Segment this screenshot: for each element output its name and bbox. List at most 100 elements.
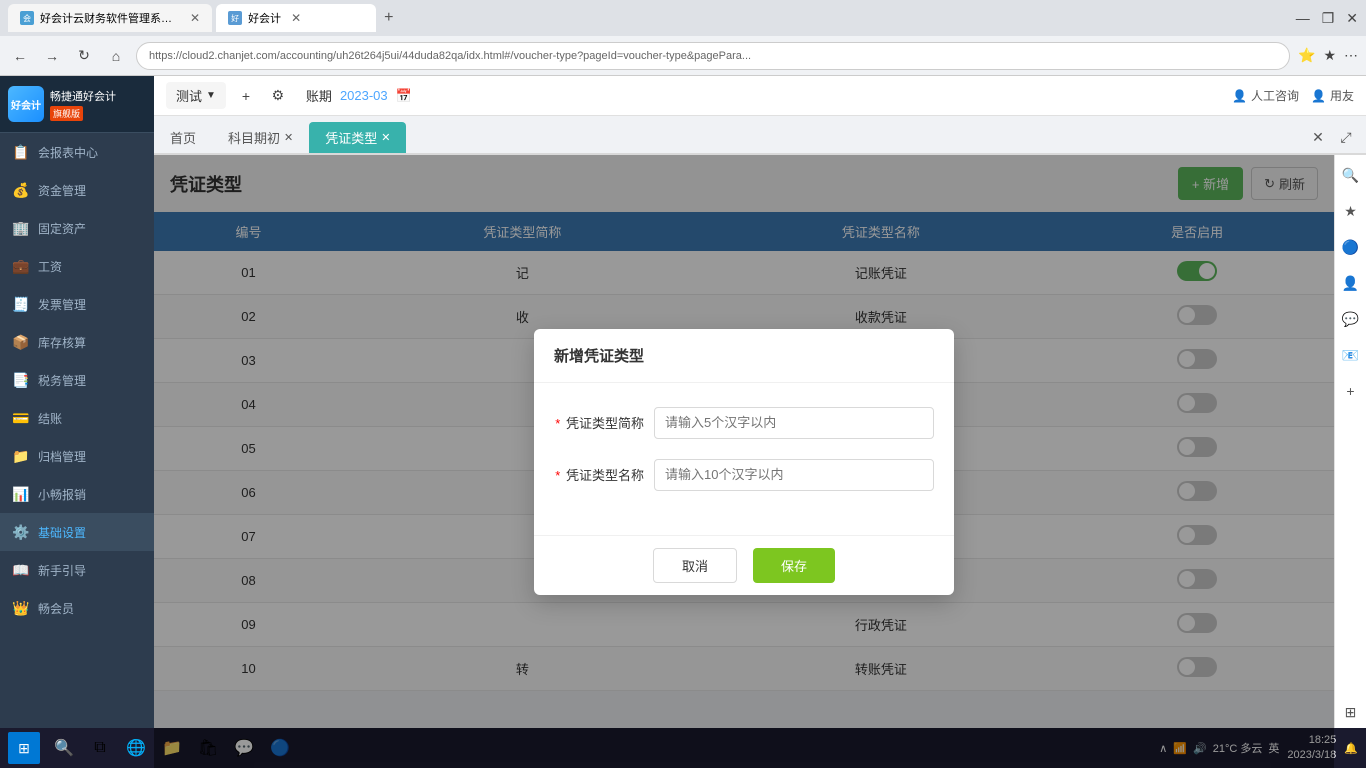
address-bar: ← → ↻ ⌂ https://cloud2.chanjet.com/accou… <box>0 36 1366 76</box>
tab-voucher-type[interactable]: 凭证类型 ✕ <box>309 122 406 153</box>
workspace-settings-button[interactable]: ⚙ <box>266 84 290 108</box>
maximize-button[interactable]: ❐ <box>1322 10 1335 27</box>
sidebar: 好会计 畅捷通好会计 旗舰版 📋 会报表中心 💰 资金管理 🏢 固定资产 💼 工… <box>0 76 154 768</box>
sidebar-item-archive[interactable]: 📁 归档管理 <box>0 437 154 475</box>
address-text: https://cloud2.chanjet.com/accounting/uh… <box>149 50 751 62</box>
sidebar-item-label-1: 资金管理 <box>38 182 86 199</box>
minimize-button[interactable]: — <box>1296 10 1310 27</box>
input-abbr[interactable] <box>654 407 934 439</box>
user-avatar-icon: 👤 <box>1311 89 1326 103</box>
label-name-text: 凭证类型名称 <box>566 468 644 483</box>
right-mail-icon[interactable]: 📧 <box>1339 343 1363 367</box>
tab-voucher-label: 凭证类型 <box>325 128 377 147</box>
consult-button[interactable]: 👤 人工咨询 <box>1232 87 1299 104</box>
content-wrapper: 测试 ▼ + ⚙ 账期 2023-03 📅 👤 人工咨询 👤 用友 <box>154 76 1366 768</box>
sidebar-item-label-7: 结账 <box>38 410 62 427</box>
favorites-icon[interactable]: ★ <box>1323 47 1336 64</box>
sidebar-item-assets[interactable]: 🏢 固定资产 <box>0 209 154 247</box>
tab2-favicon: 好 <box>228 11 242 25</box>
sidebar-item-label-2: 固定资产 <box>38 220 86 237</box>
right-add-icon[interactable]: + <box>1339 379 1363 403</box>
period-info: 账期 2023-03 📅 <box>306 86 412 105</box>
tab-subject-label: 科目期初 <box>228 128 280 147</box>
workspace-selector[interactable]: 测试 ▼ <box>166 82 226 109</box>
tab-minimize-icon[interactable]: ✕ <box>1306 126 1330 150</box>
save-button[interactable]: 保存 <box>753 548 835 583</box>
sidebar-item-settings[interactable]: ⚙️ 基础设置 <box>0 513 154 551</box>
sidebar-logo: 好会计 畅捷通好会计 旗舰版 <box>0 76 154 133</box>
sidebar-item-label-8: 归档管理 <box>38 448 86 465</box>
app-container: 好会计 畅捷通好会计 旗舰版 📋 会报表中心 💰 资金管理 🏢 固定资产 💼 工… <box>0 76 1366 768</box>
tab-subject-close[interactable]: ✕ <box>284 131 293 144</box>
required-star-abbr: * <box>555 416 560 431</box>
guide-icon: 📖 <box>12 561 30 579</box>
address-input[interactable]: https://cloud2.chanjet.com/accounting/uh… <box>136 42 1290 70</box>
tab1-close[interactable]: ✕ <box>190 11 200 25</box>
consult-label: 人工咨询 <box>1251 87 1299 104</box>
right-panel: 🔍 ★ 🔵 👤 💬 📧 + ⊞ ⚙ <box>1334 155 1366 768</box>
checkout-icon: 💳 <box>12 409 30 427</box>
sidebar-item-label-10: 基础设置 <box>38 524 86 541</box>
forward-button[interactable]: → <box>40 44 64 68</box>
back-button[interactable]: ← <box>8 44 32 68</box>
sidebar-item-checkout[interactable]: 💳 结账 <box>0 399 154 437</box>
right-person-icon[interactable]: 👤 <box>1339 271 1363 295</box>
cancel-button[interactable]: 取消 <box>653 548 737 583</box>
sidebar-item-expense[interactable]: 📊 小畅报销 <box>0 475 154 513</box>
form-label-abbr: * 凭证类型简称 <box>554 413 654 432</box>
sidebar-item-invoice[interactable]: 🧾 发票管理 <box>0 285 154 323</box>
modal-body: * 凭证类型简称 * 凭证类型名称 <box>534 383 954 535</box>
user-button[interactable]: 👤 用友 <box>1311 87 1354 104</box>
new-tab-button[interactable]: + <box>384 9 393 27</box>
user-name: 用友 <box>1330 87 1354 104</box>
form-row-abbr: * 凭证类型简称 <box>554 407 934 439</box>
browser-toolbar-icons: ⭐ ★ ⋯ <box>1298 47 1358 64</box>
browser-tab-2[interactable]: 好 好会计 ✕ <box>216 4 376 32</box>
sidebar-item-salary[interactable]: 💼 工资 <box>0 247 154 285</box>
notification-icon[interactable]: 🔔 <box>1344 742 1358 755</box>
tab2-label: 好会计 <box>248 10 281 26</box>
sidebar-item-label-3: 工资 <box>38 258 62 275</box>
right-grid-icon[interactable]: ⊞ <box>1339 700 1363 724</box>
sidebar-item-inventory[interactable]: 📦 库存核算 <box>0 323 154 361</box>
logo-icon: 好会计 <box>8 86 44 122</box>
modal-footer: 取消 保存 <box>534 535 954 595</box>
sidebar-item-label-5: 库存核算 <box>38 334 86 351</box>
input-name[interactable] <box>654 459 934 491</box>
modal-title: 新增凭证类型 <box>554 348 644 365</box>
content-area: 凭证类型 + 新增 ↻ 刷新 编号 凭证类型简称 <box>154 155 1366 768</box>
home-button[interactable]: ⌂ <box>104 44 128 68</box>
more-icon[interactable]: ⋯ <box>1344 47 1358 64</box>
reload-button[interactable]: ↻ <box>72 44 96 68</box>
tab-expand-icon[interactable]: ⤢ <box>1334 126 1358 150</box>
add-workspace-button[interactable]: + <box>234 84 258 108</box>
sidebar-item-dashboard[interactable]: 📋 会报表中心 <box>0 133 154 171</box>
sidebar-item-member[interactable]: 👑 畅会员 <box>0 589 154 627</box>
sidebar-item-label-9: 小畅报销 <box>38 486 86 503</box>
form-row-name: * 凭证类型名称 <box>554 459 934 491</box>
taskbar-search-icon[interactable]: 🔍 <box>48 732 80 764</box>
start-button[interactable]: ⊞ <box>8 732 40 764</box>
sidebar-item-guide[interactable]: 📖 新手引导 <box>0 551 154 589</box>
sidebar-item-capital[interactable]: 💰 资金管理 <box>0 171 154 209</box>
taskbar-browser-icon[interactable]: 🌐 <box>120 732 152 764</box>
right-history-icon[interactable]: 🔵 <box>1339 235 1363 259</box>
tab-voucher-close[interactable]: ✕ <box>381 131 390 144</box>
tab-home[interactable]: 首页 <box>154 122 212 153</box>
right-search-icon[interactable]: 🔍 <box>1339 163 1363 187</box>
right-star-icon[interactable]: ★ <box>1339 199 1363 223</box>
archive-icon: 📁 <box>12 447 30 465</box>
topbar: 测试 ▼ + ⚙ 账期 2023-03 📅 👤 人工咨询 👤 用友 <box>154 76 1366 116</box>
sidebar-item-tax[interactable]: 📑 税务管理 <box>0 361 154 399</box>
extensions-icon[interactable]: ⭐ <box>1298 47 1315 64</box>
browser-tab-1[interactable]: 会 好会计云财务软件管理系统_会计 ✕ <box>8 4 212 32</box>
calendar-icon[interactable]: 📅 <box>396 88 412 104</box>
taskbar-multitask-icon[interactable]: ⧉ <box>84 732 116 764</box>
logo-line1: 畅捷通好会计 <box>50 88 116 104</box>
period-value: 2023-03 <box>340 88 388 103</box>
invoice-icon: 🧾 <box>12 295 30 313</box>
right-chat-icon[interactable]: 💬 <box>1339 307 1363 331</box>
tab-subject[interactable]: 科目期初 ✕ <box>212 122 309 153</box>
tab2-close[interactable]: ✕ <box>291 11 301 25</box>
close-button[interactable]: ✕ <box>1346 10 1358 27</box>
